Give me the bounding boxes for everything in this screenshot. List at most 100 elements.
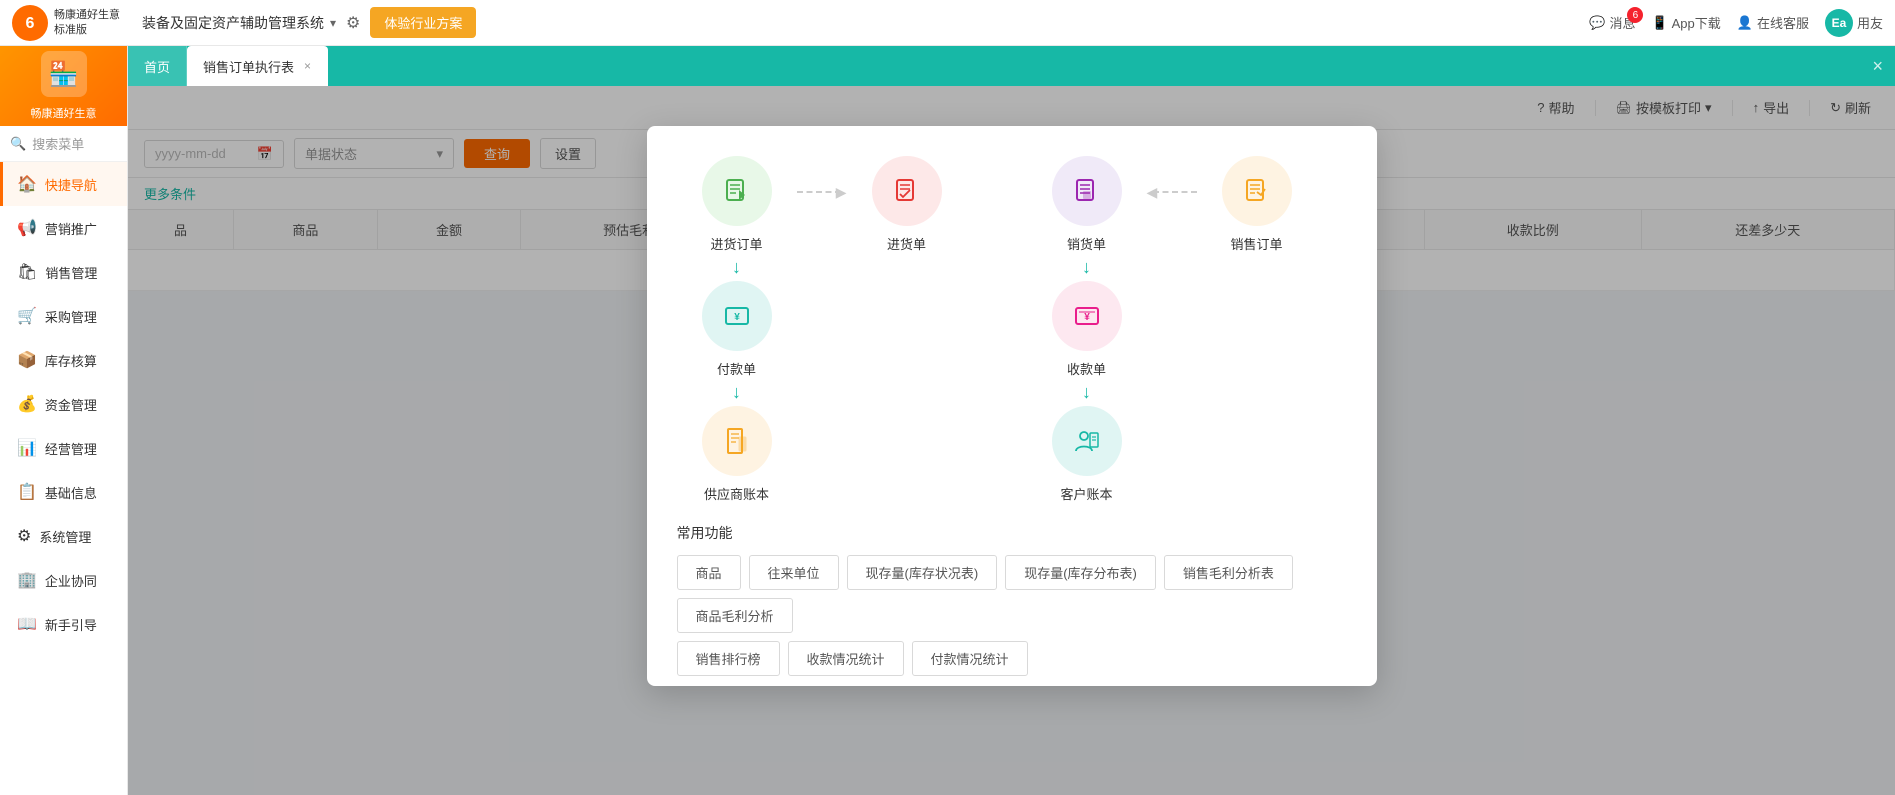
purchase-bill-icon bbox=[889, 173, 925, 209]
purchase-order-circle bbox=[702, 156, 772, 226]
sidebar-item-purchase[interactable]: 🛒 采购管理 bbox=[0, 294, 127, 338]
sidebar: 🏪 畅康通好生意 🔍 搜索菜单 🏠 快捷导航 📢 营销推广 🛍 销售管理 🛒 bbox=[0, 46, 128, 795]
arrow-down-2: ↓ bbox=[1082, 253, 1091, 281]
svg-text:¥: ¥ bbox=[1084, 312, 1090, 323]
sales-bill-circle bbox=[1052, 156, 1122, 226]
flow-item-sales-order[interactable]: 销售订单 bbox=[1197, 156, 1317, 253]
tab-sales-order-execution[interactable]: 销售订单执行表 × bbox=[187, 46, 328, 86]
sidebar-search[interactable]: 🔍 搜索菜单 bbox=[0, 126, 127, 162]
app-download-button[interactable]: 📱 App下载 bbox=[1651, 13, 1720, 32]
close-all-tabs-button[interactable]: × bbox=[1860, 56, 1895, 77]
sales-bill-label: 销货单 bbox=[1067, 234, 1106, 253]
message-button[interactable]: 💬 消息 6 bbox=[1589, 13, 1635, 32]
sidebar-item-enterprise[interactable]: 🏢 企业协同 bbox=[0, 558, 127, 602]
svg-text:¥: ¥ bbox=[734, 312, 740, 323]
common-functions-section: 常用功能 商品 往来单位 现存量(库存状况表) 现存量(库存分布表) 销售毛利分… bbox=[677, 523, 1347, 676]
purchase-order-icon bbox=[719, 173, 755, 209]
shopping-icon: 🛍 bbox=[17, 262, 37, 282]
sales-bill-icon bbox=[1069, 173, 1105, 209]
sidebar-item-quick-nav[interactable]: 🏠 快捷导航 bbox=[0, 162, 127, 206]
receipt-bill-circle: ¥ bbox=[1052, 281, 1122, 351]
main-area: 🏪 畅康通好生意 🔍 搜索菜单 🏠 快捷导航 📢 营销推广 🛍 销售管理 🛒 bbox=[0, 46, 1895, 795]
app-logo-icon: 6 bbox=[12, 5, 48, 41]
user-label: 用友 bbox=[1857, 13, 1883, 32]
flow-diagram: 进货订单 ↓ ¥ bbox=[677, 156, 1347, 503]
flow-item-purchase-order[interactable]: 进货订单 bbox=[677, 156, 797, 253]
payment-bill-circle: ¥ bbox=[702, 281, 772, 351]
customer-ledger-label: 客户账本 bbox=[1060, 484, 1112, 503]
settings-icon: ⚙ bbox=[17, 526, 31, 546]
sidebar-brand-text: 畅康通好生意 bbox=[31, 105, 97, 121]
customer-ledger-icon bbox=[1069, 423, 1105, 459]
experience-button[interactable]: 体验行业方案 bbox=[370, 7, 476, 38]
purchase-flow: 进货订单 ↓ ¥ bbox=[677, 156, 797, 503]
user-menu-button[interactable]: Ea 用友 bbox=[1825, 9, 1883, 37]
user-avatar: Ea bbox=[1825, 9, 1853, 37]
func-btn-product[interactable]: 商品 bbox=[677, 555, 741, 590]
sidebar-item-basic-info[interactable]: 📋 基础信息 bbox=[0, 470, 127, 514]
sales-order-icon bbox=[1239, 173, 1275, 209]
sidebar-logo: 🏪 畅康通好生意 bbox=[0, 46, 127, 126]
gear-button[interactable]: ⚙ bbox=[346, 13, 360, 33]
content-area: 首页 销售订单执行表 × × ? 帮助 bbox=[128, 46, 1895, 795]
sys-dropdown-button[interactable]: ▾ bbox=[330, 16, 336, 30]
purchase-bill-label: 进货单 bbox=[887, 234, 926, 253]
flow-item-sales-bill[interactable]: 销货单 bbox=[1027, 156, 1147, 253]
tab-close-button[interactable]: × bbox=[304, 59, 311, 73]
service-icon: 👤 bbox=[1737, 15, 1753, 31]
flow-item-purchase-bill[interactable]: 进货单 bbox=[847, 156, 967, 253]
arrow-down-1: ↓ bbox=[732, 253, 741, 281]
home-icon: 🏠 bbox=[17, 174, 37, 194]
flow-item-receipt-bill[interactable]: ¥ 收款单 bbox=[1027, 281, 1147, 378]
tab-bar: 首页 销售订单执行表 × × bbox=[128, 46, 1895, 86]
supplier-ledger-label: 供应商账本 bbox=[704, 484, 769, 503]
phone-icon: 📱 bbox=[1651, 15, 1667, 31]
sidebar-item-inventory[interactable]: 📦 库存核算 bbox=[0, 338, 127, 382]
logo-text: 畅康通好生意 标准版 bbox=[54, 8, 120, 37]
modal-content: 进货订单 ↓ ¥ bbox=[647, 126, 1377, 686]
supplier-ledger-circle bbox=[702, 406, 772, 476]
func-btn-payment-stats[interactable]: 付款情况统计 bbox=[912, 641, 1028, 676]
app-container: 6 畅康通好生意 标准版 装备及固定资产辅助管理系统 ▾ ⚙ 体验行业方案 💬 … bbox=[0, 0, 1895, 795]
func-btn-stock-status[interactable]: 现存量(库存状况表) bbox=[847, 555, 998, 590]
sidebar-item-sales[interactable]: 🛍 销售管理 bbox=[0, 250, 127, 294]
sales-order-label: 销售订单 bbox=[1230, 234, 1282, 253]
online-service-button[interactable]: 👤 在线客服 bbox=[1737, 13, 1809, 32]
sidebar-item-marketing[interactable]: 📢 营销推广 bbox=[0, 206, 127, 250]
enterprise-icon: 🏢 bbox=[17, 570, 37, 590]
payment-bill-label: 付款单 bbox=[717, 359, 756, 378]
flow-item-customer-ledger[interactable]: 客户账本 bbox=[1027, 406, 1147, 503]
sidebar-item-operations[interactable]: 📊 经营管理 bbox=[0, 426, 127, 470]
modal-overlay[interactable]: 进货订单 ↓ ¥ bbox=[128, 86, 1895, 795]
sidebar-item-finance[interactable]: 💰 资金管理 bbox=[0, 382, 127, 426]
cart-icon: 🛒 bbox=[17, 306, 37, 326]
clipboard-icon: 📋 bbox=[17, 482, 37, 502]
payment-bill-icon: ¥ bbox=[719, 298, 755, 334]
func-btn-stock-distribution[interactable]: 现存量(库存分布表) bbox=[1005, 555, 1156, 590]
logo-area: 6 畅康通好生意 标准版 bbox=[12, 5, 132, 41]
tab-home[interactable]: 首页 bbox=[128, 46, 187, 86]
common-functions-title: 常用功能 bbox=[677, 523, 1347, 543]
sidebar-brand-icon: 🏪 bbox=[41, 51, 87, 97]
arrow-h-1: ▶ bbox=[797, 156, 847, 202]
func-btn-sales-rank[interactable]: 销售排行榜 bbox=[677, 641, 780, 676]
customer-ledger-circle bbox=[1052, 406, 1122, 476]
purchase-bill-col: 进货单 bbox=[847, 156, 967, 253]
sidebar-item-system[interactable]: ⚙ 系统管理 bbox=[0, 514, 127, 558]
arrow-down-4: ↓ bbox=[1082, 378, 1091, 406]
sidebar-item-beginner[interactable]: 📖 新手引导 bbox=[0, 602, 127, 646]
sales-order-circle bbox=[1222, 156, 1292, 226]
func-btn-sales-margin[interactable]: 销售毛利分析表 bbox=[1164, 555, 1293, 590]
svg-text:6: 6 bbox=[26, 15, 35, 32]
arrow-down-3: ↓ bbox=[732, 378, 741, 406]
flow-item-supplier-ledger[interactable]: 供应商账本 bbox=[677, 406, 797, 503]
sales-order-col: 销售订单 bbox=[1197, 156, 1317, 253]
purchase-order-label: 进货订单 bbox=[710, 234, 762, 253]
receipt-bill-label: 收款单 bbox=[1067, 359, 1106, 378]
flow-item-payment-bill[interactable]: ¥ 付款单 bbox=[677, 281, 797, 378]
chart-icon: 📊 bbox=[17, 438, 37, 458]
sys-title: 装备及固定资产辅助管理系统 ▾ bbox=[142, 13, 336, 33]
func-btn-receipt-stats[interactable]: 收款情况统计 bbox=[788, 641, 904, 676]
func-btn-contacts[interactable]: 往来单位 bbox=[749, 555, 839, 590]
func-btn-product-margin[interactable]: 商品毛利分析 bbox=[677, 598, 793, 633]
